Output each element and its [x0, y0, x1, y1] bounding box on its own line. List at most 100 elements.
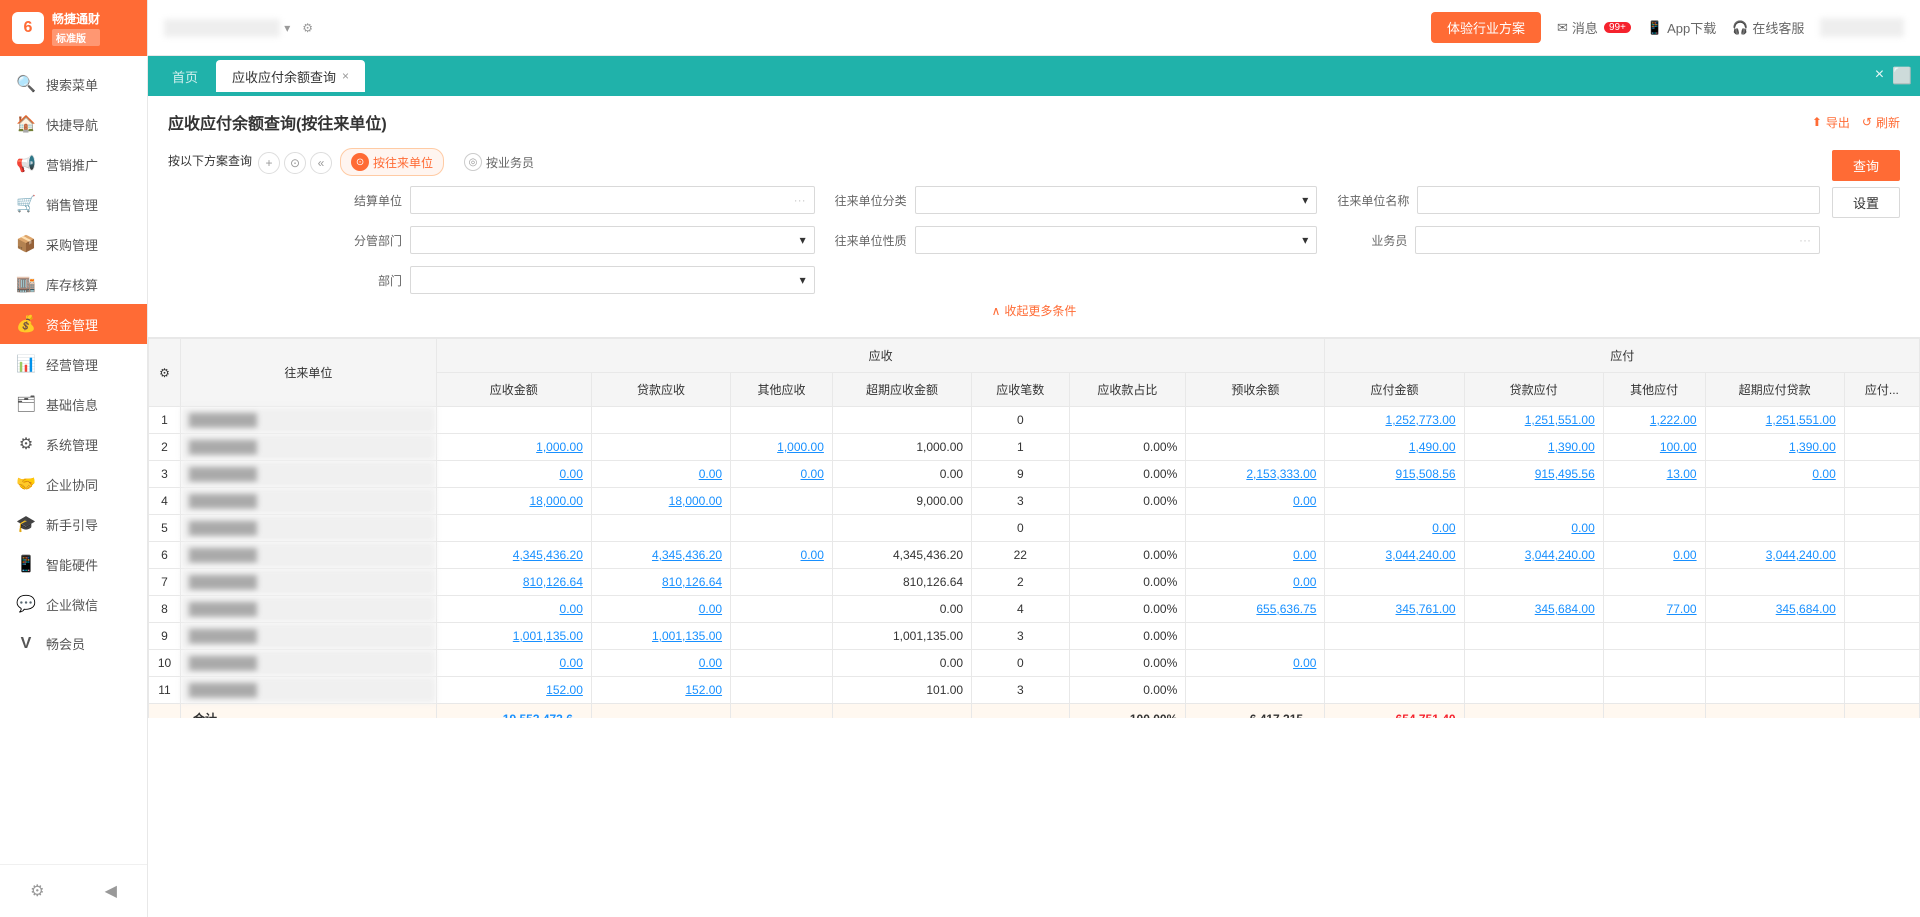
row-ar-overdue: 0.00: [832, 461, 971, 488]
sidebar-item-cooperation[interactable]: 🤝 企业协同: [0, 464, 147, 504]
query-btn[interactable]: 查询: [1832, 150, 1900, 181]
sidebar-label-quicknav: 快捷导航: [46, 115, 98, 134]
select-fenguan[interactable]: ▾: [410, 226, 815, 254]
footer-ar-amount: 19,553,472,6...: [436, 704, 591, 719]
row-no: 8: [149, 596, 181, 623]
row-ar-loan: 0.00: [591, 461, 730, 488]
page-title: 应收应付余额查询(按往来单位): [168, 110, 387, 134]
select-laiwa-nature[interactable]: ▾: [915, 226, 1318, 254]
row-ar-ratio: 0.00%: [1069, 596, 1186, 623]
sidebar-item-guide[interactable]: 🎓 新手引导: [0, 504, 147, 544]
row-ar-overdue: [832, 407, 971, 434]
row-no: 4: [149, 488, 181, 515]
field-dept: 部门 ▾: [332, 266, 815, 294]
table-row: 9 ████████ 1,001,135.00 1,001,135.00 1,0…: [149, 623, 1920, 650]
row-advance: 0.00: [1186, 488, 1325, 515]
table-head: ⚙ 往来单位 应收 应付: [149, 339, 1920, 407]
sidebar-label-sales: 销售管理: [46, 195, 98, 214]
field-laiwa-category: 往来单位分类 ▾: [835, 186, 1318, 214]
row-ar-ratio: 0.00%: [1069, 542, 1186, 569]
page-title-row: 应收应付余额查询(按往来单位) ⬆ 导出 ↺ 刷新: [168, 110, 1900, 134]
input-yewuyuan[interactable]: ···: [1415, 226, 1820, 254]
row-ar-overdue: 0.00: [832, 650, 971, 677]
sidebar-settings-btn[interactable]: ⚙: [22, 877, 52, 905]
online-service-btn[interactable]: 🎧 在线客服: [1732, 18, 1804, 37]
tab-fullscreen-btn[interactable]: ⬜: [1892, 66, 1912, 86]
sidebar-footer: ⚙ ◀: [0, 864, 147, 917]
finance-icon: 💰: [16, 314, 36, 334]
sidebar-item-inventory[interactable]: 🏬 库存核算: [0, 264, 147, 304]
hardware-icon: 📱: [16, 554, 36, 574]
row-ap-overdue: 1,251,551.00: [1705, 407, 1844, 434]
tab-close-all-btn[interactable]: ×: [1875, 66, 1884, 86]
tab-receivable[interactable]: 应收应付余额查询 ×: [216, 60, 365, 92]
sales-icon: 🛒: [16, 194, 36, 214]
refresh-btn[interactable]: ↺ 刷新: [1862, 114, 1900, 131]
scheme-by-salesman[interactable]: ◎ 按业务员: [454, 149, 544, 175]
collapse-scheme-btn[interactable]: «: [310, 152, 332, 174]
row-ar-count: 22: [972, 542, 1070, 569]
user-area[interactable]: ●●●: [1820, 18, 1904, 37]
app-download-btn[interactable]: 📱 App下载: [1647, 18, 1716, 37]
footer-label: 合计: [181, 704, 437, 719]
footer-ap-overdue: [1705, 704, 1844, 719]
row-ar-overdue: [832, 515, 971, 542]
sidebar-label-member: 畅会员: [46, 634, 85, 653]
collapse-more-btn[interactable]: ∧ 收起更多条件: [168, 298, 1900, 323]
sidebar-item-search[interactable]: 🔍 搜索菜单: [0, 64, 147, 104]
select-laiwa-category[interactable]: ▾: [915, 186, 1318, 214]
add-scheme-btn[interactable]: +: [258, 152, 280, 174]
sidebar-item-marketing[interactable]: 📢 营销推广: [0, 144, 147, 184]
sidebar-item-purchase[interactable]: 📦 采购管理: [0, 224, 147, 264]
row-ar-other: [731, 569, 833, 596]
tab-home[interactable]: 首页: [156, 60, 214, 92]
sidebar-item-quicknav[interactable]: 🏠 快捷导航: [0, 104, 147, 144]
row-ap-overdue: [1705, 488, 1844, 515]
scheme-by-partner[interactable]: ⊙ 按往来单位: [340, 148, 444, 176]
row-partner: ████████: [181, 515, 437, 542]
select-dept[interactable]: ▾: [410, 266, 815, 294]
input-jiesuan[interactable]: ···: [410, 186, 815, 214]
settings-gear[interactable]: ⚙: [302, 21, 313, 35]
data-table: ⚙ 往来单位 应收 应付: [148, 338, 1920, 718]
row-ar-count: 2: [972, 569, 1070, 596]
row-advance: [1186, 677, 1325, 704]
message-btn[interactable]: ✉ 消息 99+: [1557, 18, 1631, 37]
export-btn[interactable]: ⬆ 导出: [1812, 114, 1850, 131]
row-ap-amount: [1325, 650, 1464, 677]
row-ap-more: [1844, 515, 1919, 542]
row-advance: 655,636.75: [1186, 596, 1325, 623]
footer-ap-more: [1844, 704, 1919, 719]
tab-close-btn[interactable]: ×: [342, 69, 349, 83]
settings-scheme-btn[interactable]: ⊙: [284, 152, 306, 174]
partner-header-label: 往来单位: [284, 366, 332, 380]
sidebar-item-hardware[interactable]: 📱 智能硬件: [0, 544, 147, 584]
sidebar-collapse-btn[interactable]: ◀: [97, 877, 125, 905]
row-partner: ████████: [181, 461, 437, 488]
row-ar-loan: 4,345,436.20: [591, 542, 730, 569]
search-label: 按以下方案查询: [168, 152, 252, 169]
row-ap-other: [1603, 569, 1705, 596]
col-settings[interactable]: ⚙: [149, 339, 181, 407]
sidebar-item-member[interactable]: V 畅会员: [0, 624, 147, 663]
sidebar-item-system[interactable]: ⚙ 系统管理: [0, 424, 147, 464]
row-ap-amount: [1325, 569, 1464, 596]
row-partner: ████████: [181, 542, 437, 569]
solution-btn[interactable]: 体验行业方案: [1431, 12, 1541, 43]
table-row: 7 ████████ 810,126.64 810,126.64 810,126…: [149, 569, 1920, 596]
input-laiwa-name[interactable]: [1417, 186, 1820, 214]
sidebar-item-baseinfo[interactable]: 🗂 基础信息: [0, 384, 147, 424]
setting-btn[interactable]: 设置: [1832, 187, 1900, 218]
sidebar-item-management[interactable]: 📊 经营管理: [0, 344, 147, 384]
sidebar-nav: 🔍 搜索菜单 🏠 快捷导航 📢 营销推广 🛒 销售管理 📦 采购管理 🏬: [0, 56, 147, 864]
sidebar-item-sales[interactable]: 🛒 销售管理: [0, 184, 147, 224]
app-name: 畅捷通财: [52, 10, 100, 27]
breadcrumb-caret[interactable]: ▾: [284, 21, 290, 35]
sidebar-item-finance[interactable]: 💰 资金管理: [0, 304, 147, 344]
label-laiwa-category: 往来单位分类: [835, 192, 907, 209]
row-ar-ratio: [1069, 407, 1186, 434]
sidebar-item-wechat[interactable]: 💬 企业微信: [0, 584, 147, 624]
row-ap-overdue: 1,390.00: [1705, 434, 1844, 461]
table-wrapper[interactable]: ⚙ 往来单位 应收 应付: [148, 338, 1920, 718]
row-ar-loan: [591, 434, 730, 461]
